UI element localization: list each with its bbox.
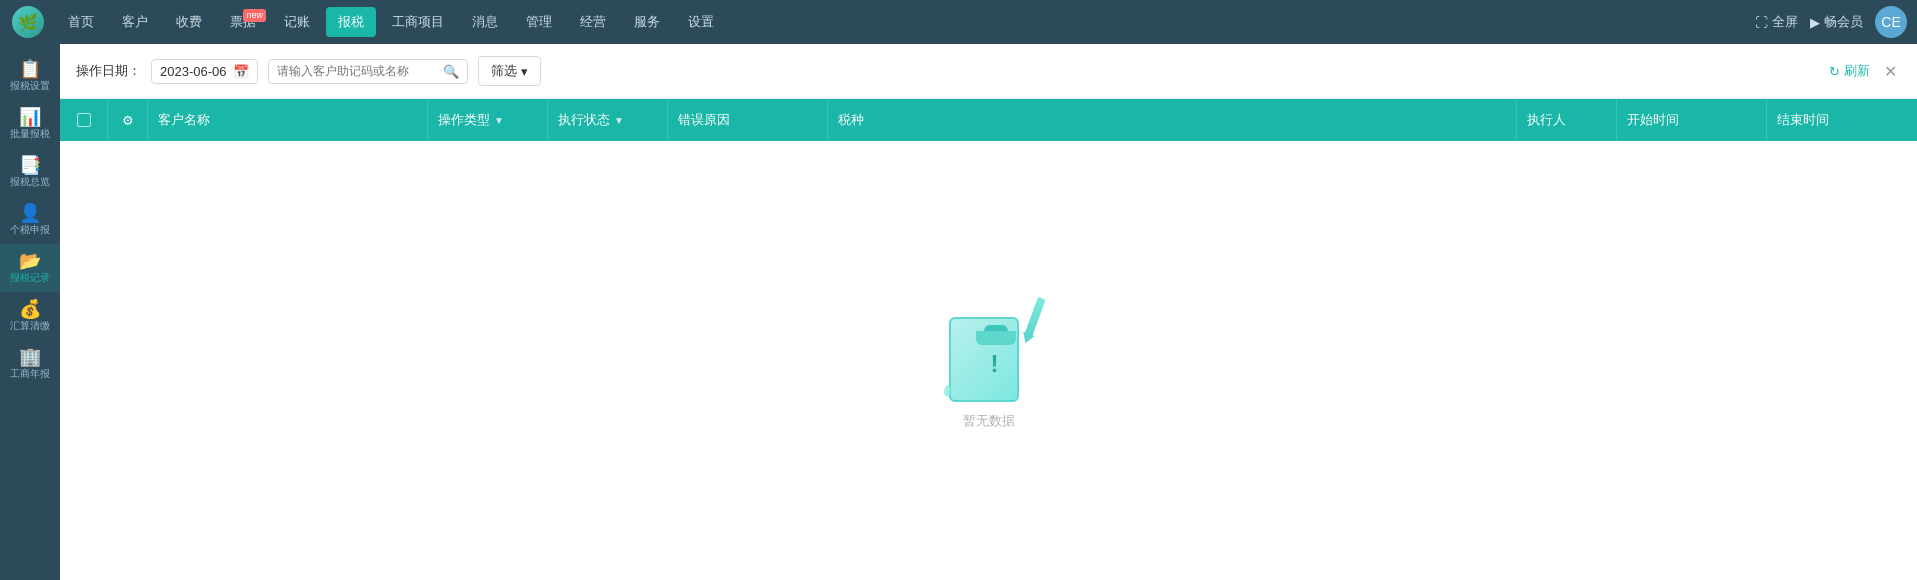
th-execution-status[interactable]: 执行状态 ▼ [548,99,668,141]
sidebar-icon-baoshui-shezhi: 📋 [19,60,41,78]
sidebar-label-piliang-baoshui: 批量报税 [10,128,50,140]
sidebar-item-baoshui-zongluan[interactable]: 📑 报税总览 [0,148,60,196]
app-logo[interactable]: 🌿 [10,4,46,40]
exclaim-mark: ! [991,350,999,378]
date-picker[interactable]: 2023-06-06 📅 [151,59,258,84]
top-navigation: 🌿 首页客户收费票据new记账报税工商项目消息管理经营服务设置 ⛶ 全屏 ▶ 畅… [0,0,1917,44]
filter-label: 筛选 [491,62,517,80]
sidebar-item-huisuan-jiaoshu[interactable]: 💰 汇算清缴 [0,292,60,340]
sidebar-item-baoshui-jilu[interactable]: 📂 报税记录 [0,244,60,292]
refresh-label: 刷新 [1844,62,1870,80]
empty-state: ! 暂无数据 [60,141,1917,580]
date-value: 2023-06-06 [160,64,227,79]
search-input[interactable] [277,64,439,78]
th-start-time: 开始时间 [1617,99,1767,141]
nav-item-工商项目[interactable]: 工商项目 [380,7,456,37]
settings-icon: ⚙ [122,113,134,128]
main-layout: 📋 报税设置 📊 批量报税 📑 报税总览 👤 个税申报 📂 报税记录 💰 汇算清缴 🏢 工商年报 操作日期… [0,44,1917,580]
sidebar-icon-huisuan-jiaoshu: 💰 [19,300,41,318]
sidebar-label-baoshui-jilu: 报税记录 [10,272,50,284]
th-settings[interactable]: ⚙ [108,99,148,141]
toolbar: 操作日期： 2023-06-06 📅 🔍 筛选 ▾ ↻ 刷新 ✕ [60,44,1917,99]
refresh-button[interactable]: ↻ 刷新 [1829,62,1870,80]
th-customer-name: 客户名称 [148,99,428,141]
logo-icon: 🌿 [12,6,44,38]
fullscreen-button[interactable]: ⛶ 全屏 [1755,13,1798,31]
table-header: ⚙ 客户名称 操作类型 ▼ 执行状态 ▼ 错误原因 税种 [60,99,1917,141]
vip-button[interactable]: ▶ 畅会员 [1810,13,1863,31]
nav-item-记账[interactable]: 记账 [272,7,322,37]
sidebar-item-gongshang-nianbao[interactable]: 🏢 工商年报 [0,340,60,388]
nav-item-客户[interactable]: 客户 [110,7,160,37]
pencil-icon [1024,296,1045,336]
search-icon[interactable]: 🔍 [443,64,459,79]
th-tax-type: 税种 [828,99,1517,141]
nav-item-经营[interactable]: 经营 [568,7,618,37]
th-executor: 执行人 [1517,99,1617,141]
sidebar-item-geshuishenbaо[interactable]: 👤 个税申报 [0,196,60,244]
sidebar-icon-piliang-baoshui: 📊 [19,108,41,126]
nav-item-管理[interactable]: 管理 [514,7,564,37]
empty-illustration: ! [939,292,1039,402]
close-button[interactable]: ✕ [1880,58,1901,85]
date-label: 操作日期： [76,62,141,80]
nav-item-消息[interactable]: 消息 [460,7,510,37]
clipboard-top [976,331,1016,345]
th-checkbox [60,99,108,141]
th-end-time: 结束时间 [1767,99,1917,141]
sidebar-icon-baoshui-jilu: 📂 [19,252,41,270]
sidebar: 📋 报税设置 📊 批量报税 📑 报税总览 👤 个税申报 📂 报税记录 💰 汇算清缴 🏢 工商年报 [0,44,60,580]
nav-item-票据[interactable]: 票据new [218,7,268,37]
nav-item-报税[interactable]: 报税 [326,7,376,37]
nav-item-收费[interactable]: 收费 [164,7,214,37]
nav-item-首页[interactable]: 首页 [56,7,106,37]
sidebar-label-baoshui-zongluan: 报税总览 [10,176,50,188]
sidebar-item-piliang-baoshui[interactable]: 📊 批量报税 [0,100,60,148]
th-operation-type[interactable]: 操作类型 ▼ [428,99,548,141]
search-wrapper: 🔍 [268,59,468,84]
play-icon: ▶ [1810,15,1820,30]
clipboard-body: ! [949,317,1019,402]
sidebar-label-gongshang-nianbao: 工商年报 [10,368,50,380]
data-table: ⚙ 客户名称 操作类型 ▼ 执行状态 ▼ 错误原因 税种 [60,99,1917,580]
empty-text: 暂无数据 [963,412,1015,430]
nav-menu: 首页客户收费票据new记账报税工商项目消息管理经营服务设置 [56,7,1755,37]
chevron-down-icon: ▾ [521,64,528,79]
nav-item-服务[interactable]: 服务 [622,7,672,37]
nav-badge-票据: new [243,9,266,22]
sort-icon-operation-type: ▼ [494,115,504,126]
nav-item-设置[interactable]: 设置 [676,7,726,37]
calendar-icon: 📅 [233,64,249,79]
sort-icon-execution-status: ▼ [614,115,624,126]
sidebar-label-huisuan-jiaoshu: 汇算清缴 [10,320,50,332]
user-avatar[interactable]: CE [1875,6,1907,38]
sidebar-label-baoshui-shezhi: 报税设置 [10,80,50,92]
sidebar-icon-baoshui-zongluan: 📑 [19,156,41,174]
table-body: ! 暂无数据 [60,141,1917,580]
droplet-decoration [944,385,952,397]
sidebar-icon-gongshang-nianbao: 🏢 [19,348,41,366]
content-area: 操作日期： 2023-06-06 📅 🔍 筛选 ▾ ↻ 刷新 ✕ [60,44,1917,580]
vip-label: 畅会员 [1824,13,1863,31]
sidebar-icon-geshuishenbaо: 👤 [19,204,41,222]
refresh-icon: ↻ [1829,64,1840,79]
th-error-reason: 错误原因 [668,99,828,141]
filter-button[interactable]: 筛选 ▾ [478,56,541,86]
sidebar-label-geshuishenbaо: 个税申报 [10,224,50,236]
fullscreen-icon: ⛶ [1755,15,1768,30]
sidebar-item-baoshui-shezhi[interactable]: 📋 报税设置 [0,52,60,100]
fullscreen-label: 全屏 [1772,13,1798,31]
select-all-checkbox[interactable] [77,113,91,127]
nav-right-area: ⛶ 全屏 ▶ 畅会员 CE [1755,6,1907,38]
